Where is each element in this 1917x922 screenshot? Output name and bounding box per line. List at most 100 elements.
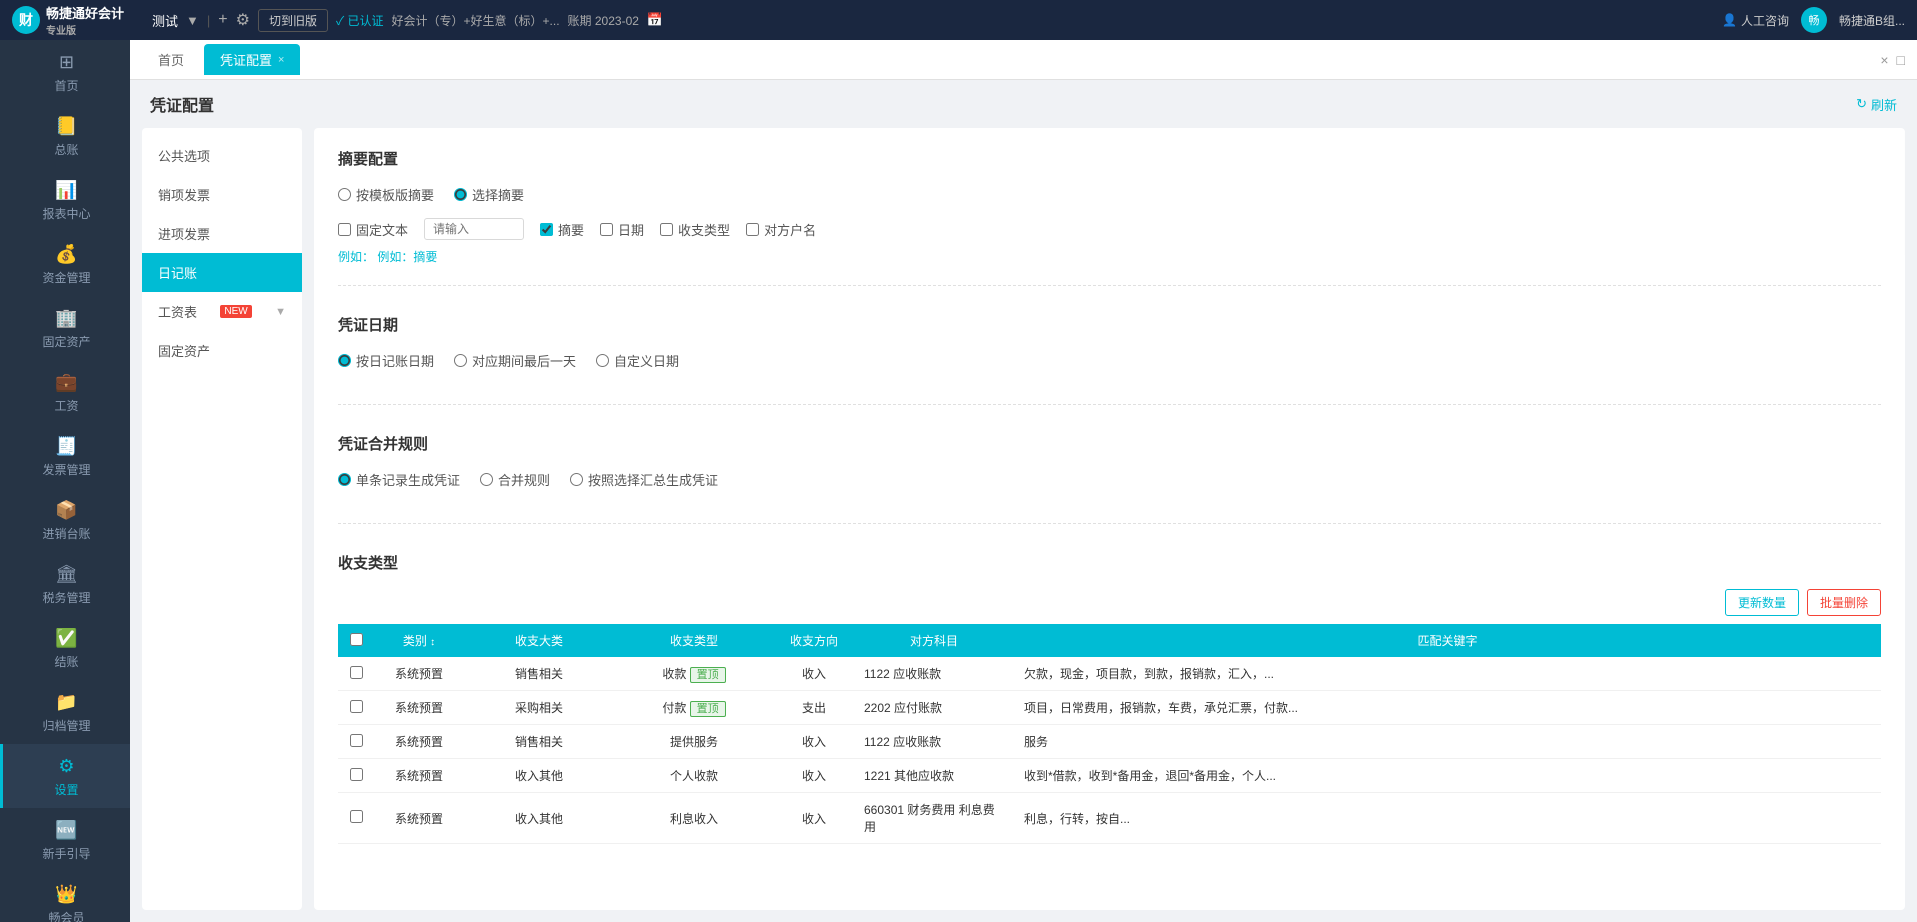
checkbox-date-input[interactable] [600, 223, 613, 236]
sidebar-item-guide[interactable]: 🆕 新手引导 [0, 808, 130, 872]
left-nav-daily-account[interactable]: 日记账 [142, 253, 302, 292]
radio-merge-label: 合并规则 [498, 470, 550, 489]
checkbox-summary[interactable]: 摘要 [540, 220, 584, 239]
radio-period-last-input[interactable] [454, 354, 467, 367]
checkbox-fixed-text-input[interactable] [338, 223, 351, 236]
sidebar-item-invoice[interactable]: 🧾 发票管理 [0, 424, 130, 488]
refresh-btn[interactable]: ↻ 刷新 [1856, 95, 1897, 114]
left-nav-public-label: 公共选项 [158, 146, 210, 165]
sidebar-item-settings[interactable]: ⚙ 设置 [0, 744, 130, 808]
merge-rule-radio-group: 单条记录生成凭证 合并规则 按照选择汇总生成凭证 [338, 470, 1881, 489]
th-checkbox[interactable] [338, 624, 374, 657]
radio-total-input[interactable] [570, 473, 583, 486]
row-checkbox-cell[interactable] [338, 759, 374, 793]
select-all-checkbox[interactable] [350, 633, 363, 646]
tax-icon: 🏛 [55, 564, 78, 585]
radio-daily-date[interactable]: 按日记账日期 [338, 351, 434, 370]
tab-voucher-label: 凭证配置 [220, 50, 272, 69]
sidebar-item-archive[interactable]: 📁 归档管理 [0, 680, 130, 744]
radio-template-summary[interactable]: 按模板版摘要 [338, 185, 434, 204]
section-merge-rule: 凭证合并规则 单条记录生成凭证 合并规则 按照选择汇总生成凭证 [338, 433, 1881, 524]
sort-icon[interactable]: ↕ [430, 637, 435, 648]
settings-icon[interactable]: ⚙ [236, 10, 250, 30]
sidebar-item-ledger[interactable]: 📒 总账 [0, 104, 130, 168]
sidebar-item-purchase[interactable]: 📦 进销台账 [0, 488, 130, 552]
checkbox-date[interactable]: 日期 [600, 220, 644, 239]
radio-custom-date-input[interactable] [596, 354, 609, 367]
checkbox-fixed-text[interactable]: 固定文本 [338, 220, 408, 239]
row-checkbox-4[interactable] [350, 810, 363, 823]
dropdown-arrow[interactable]: ▼ [186, 13, 199, 28]
table-body: 系统预置 销售相关 收款 置顶 收入 1122 应收账款 欠款，现金，项目款，到… [338, 657, 1881, 844]
row-checkbox-2[interactable] [350, 734, 363, 747]
sidebar-item-salary[interactable]: 💼 工资 [0, 360, 130, 424]
table-row: 系统预置 收入其他 利息收入 收入 660301 财务费用 利息费用 利息，行转… [338, 793, 1881, 844]
sidebar-item-assets[interactable]: 🏢 固定资产 [0, 296, 130, 360]
window-close-btn[interactable]: × [1880, 52, 1888, 68]
radio-single-label: 单条记录生成凭证 [356, 470, 460, 489]
checkbox-summary-label: 摘要 [558, 220, 584, 239]
radio-daily-date-input[interactable] [338, 354, 351, 367]
radio-select-total[interactable]: 按照选择汇总生成凭证 [570, 470, 718, 489]
sidebar-item-finance[interactable]: 💰 资金管理 [0, 232, 130, 296]
window-max-btn[interactable]: □ [1897, 52, 1905, 68]
radio-select-summary[interactable]: 选择摘要 [454, 185, 524, 204]
radio-single-record[interactable]: 单条记录生成凭证 [338, 470, 460, 489]
tab-close-btn[interactable]: × [278, 54, 284, 66]
radio-merge-rule[interactable]: 合并规则 [480, 470, 550, 489]
row-checkbox-cell[interactable] [338, 793, 374, 844]
left-nav-fixed-assets[interactable]: 固定资产 [142, 331, 302, 370]
plus-icon[interactable]: + [218, 11, 227, 29]
refresh-icon: ↻ [1856, 96, 1867, 112]
checkbox-counterpart-input[interactable] [746, 223, 759, 236]
left-nav-purchase-invoice[interactable]: 进项发票 [142, 214, 302, 253]
sidebar-label-guide: 新手引导 [42, 845, 90, 862]
settings-nav-icon: ⚙ [58, 756, 74, 777]
row-checkbox-cell[interactable] [338, 725, 374, 759]
tag-reset-0[interactable]: 置顶 [690, 667, 726, 683]
row-checkbox-cell[interactable] [338, 657, 374, 691]
checkbox-summary-input[interactable] [540, 223, 553, 236]
row-type-3: 个人收款 [614, 759, 774, 793]
account-tags: 好会计（专）+好生意（标）+... [392, 12, 560, 29]
row-big-type-4: 收入其他 [464, 793, 614, 844]
sidebar-label-archive: 归档管理 [42, 717, 90, 734]
tab-voucher-config[interactable]: 凭证配置 × [204, 44, 300, 75]
left-nav-public[interactable]: 公共选项 [142, 136, 302, 175]
radio-custom-date[interactable]: 自定义日期 [596, 351, 679, 370]
left-nav-salary-table[interactable]: 工资表 NEW ▼ [142, 292, 302, 331]
sidebar-item-home[interactable]: ⊞ 首页 [0, 40, 130, 104]
radio-template-input[interactable] [338, 188, 351, 201]
delete-btn[interactable]: 批量删除 [1807, 589, 1881, 616]
logo-sub: 专业版 [46, 22, 124, 37]
update-btn[interactable]: 更新数量 [1725, 589, 1799, 616]
row-direction-2: 收入 [774, 725, 854, 759]
calendar-icon[interactable]: 📅 [647, 12, 663, 28]
sidebar-item-settle[interactable]: ✅ 结账 [0, 616, 130, 680]
radio-single-record-input[interactable] [338, 473, 351, 486]
sidebar-item-member[interactable]: 👑 畅会员 [0, 872, 130, 922]
radio-merge-input[interactable] [480, 473, 493, 486]
radio-select-input[interactable] [454, 188, 467, 201]
checkbox-type[interactable]: 收支类型 [660, 220, 730, 239]
fixed-text-input[interactable] [424, 218, 524, 240]
sidebar-item-tax[interactable]: 🏛 税务管理 [0, 552, 130, 616]
row-checkbox-3[interactable] [350, 768, 363, 781]
row-category-1: 系统预置 [374, 691, 464, 725]
checkbox-counterpart[interactable]: 对方户名 [746, 220, 816, 239]
sidebar-label-tax: 税务管理 [42, 589, 90, 606]
switch-btn[interactable]: 切到旧版 [258, 9, 328, 32]
tab-home[interactable]: 首页 [142, 44, 200, 75]
avatar[interactable]: 畅 [1801, 7, 1827, 33]
row-checkbox-1[interactable] [350, 700, 363, 713]
radio-period-last[interactable]: 对应期间最后一天 [454, 351, 576, 370]
customer-service[interactable]: 👤 人工咨询 [1722, 12, 1789, 29]
checkbox-type-input[interactable] [660, 223, 673, 236]
expand-icon: ▼ [275, 306, 286, 318]
left-nav-sales-invoice[interactable]: 销项发票 [142, 175, 302, 214]
row-checkbox-0[interactable] [350, 666, 363, 679]
sidebar-item-reports[interactable]: 📊 报表中心 [0, 168, 130, 232]
tag-reset-1[interactable]: 置顶 [690, 701, 726, 717]
row-checkbox-cell[interactable] [338, 691, 374, 725]
tab-actions: × □ [1880, 52, 1905, 68]
